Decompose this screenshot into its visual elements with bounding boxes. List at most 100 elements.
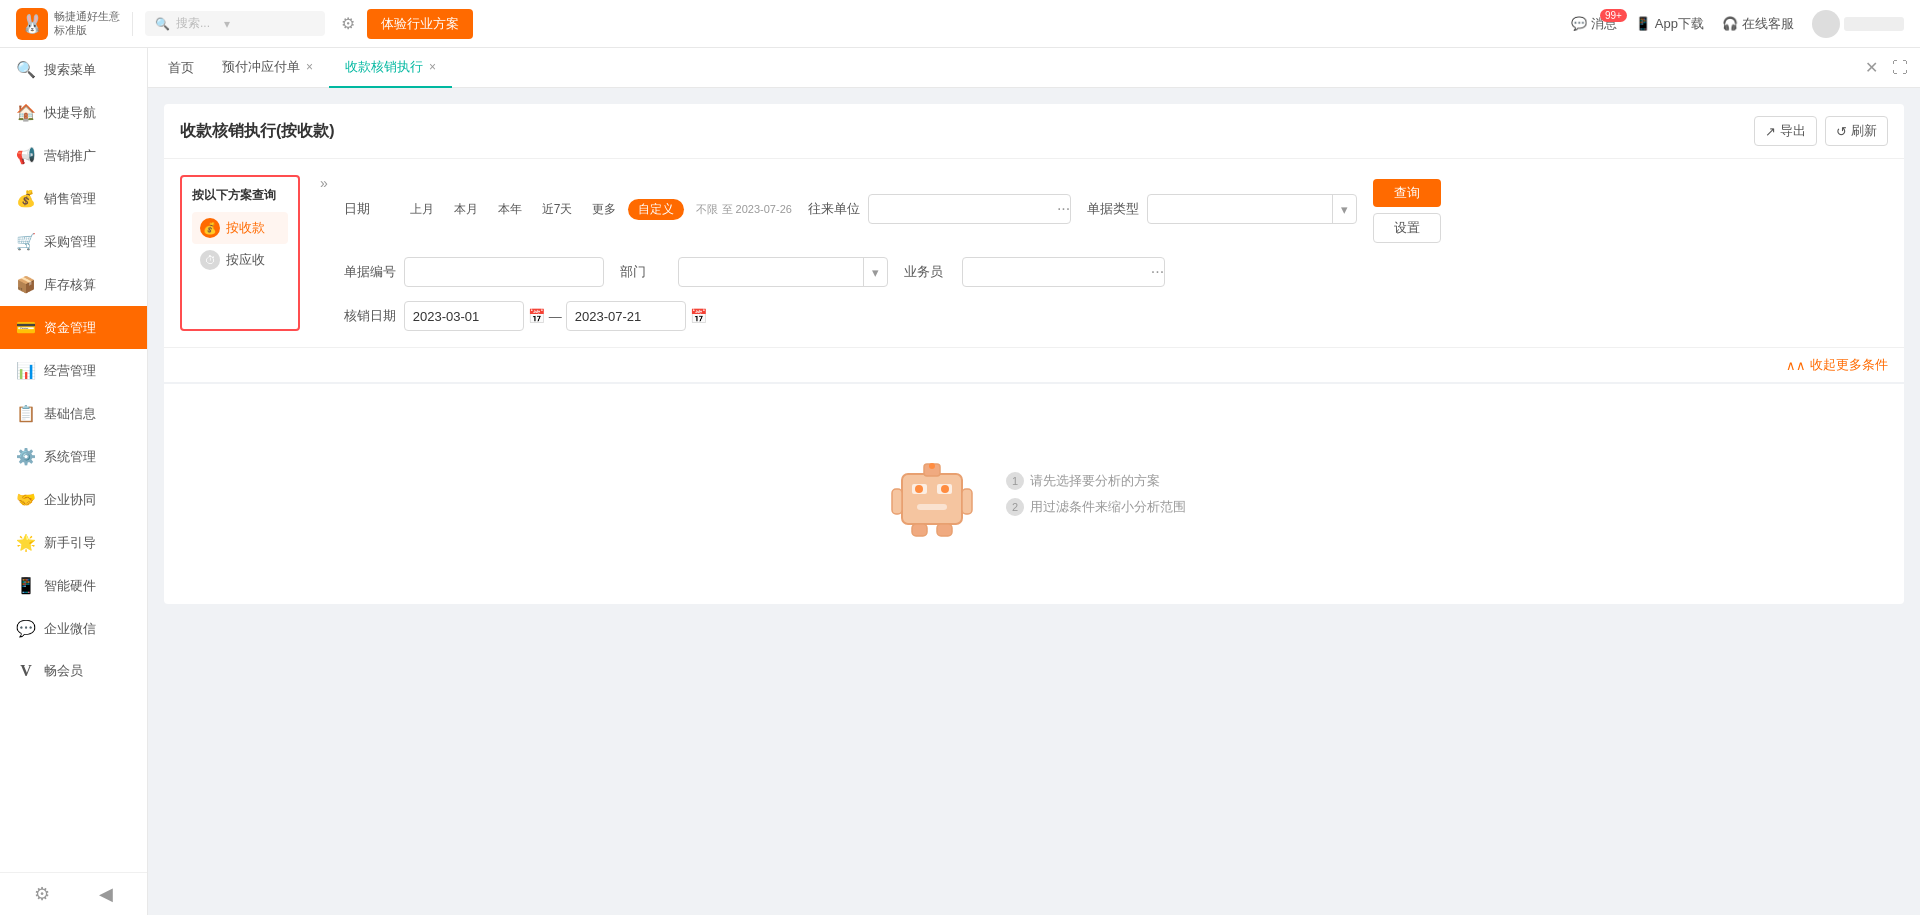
refresh-btn[interactable]: ↺ 刷新 (1825, 116, 1888, 146)
sidebar-item-label: 企业协同 (44, 491, 96, 509)
tab-home[interactable]: 首页 (156, 59, 206, 77)
export-btn[interactable]: ↗ 导出 (1754, 116, 1817, 146)
sidebar-item-label: 快捷导航 (44, 104, 96, 122)
verify-date-end-input[interactable] (566, 301, 686, 331)
search-menu-icon: 🔍 (16, 60, 36, 79)
date-tab-this-year[interactable]: 本年 (490, 199, 530, 220)
tab-bar-expand-icon[interactable]: ⛶ (1888, 55, 1912, 81)
tab-close-icon[interactable]: × (306, 60, 313, 74)
sidebar-item-label: 营销推广 (44, 147, 96, 165)
sidebar-item-label: 新手引导 (44, 534, 96, 552)
sidebar-bottom: ⚙ ◀ (0, 872, 147, 915)
dept-text-input[interactable] (679, 265, 863, 280)
app-download-btn[interactable]: 📱 App下载 (1635, 15, 1704, 33)
empty-state: 1 请先选择要分析的方案 2 用过滤条件来缩小分析范围 (164, 384, 1904, 604)
svg-rect-8 (892, 489, 902, 514)
receipt-icon: 💰 (200, 218, 220, 238)
avatar (1812, 10, 1840, 38)
tab-bar-close-icon[interactable]: ✕ (1861, 54, 1882, 81)
sidebar-item-search-menu[interactable]: 🔍 搜索菜单 (0, 48, 147, 91)
svg-point-5 (941, 485, 949, 493)
message-btn[interactable]: 💬 消息 99+ (1571, 15, 1617, 33)
user-menu[interactable] (1812, 10, 1904, 38)
sidebar-settings-icon[interactable]: ⚙ (34, 883, 50, 905)
counterpart-text-input[interactable] (869, 202, 1053, 217)
sidebar-collapse-icon[interactable]: ◀ (99, 883, 113, 905)
query-type-by-receivable[interactable]: ⏱ 按应收 (192, 244, 288, 276)
sidebar-item-purchase[interactable]: 🛒 采购管理 (0, 220, 147, 263)
empty-tip-2: 2 用过滤条件来缩小分析范围 (1006, 498, 1186, 516)
sidebar-item-hardware[interactable]: 📱 智能硬件 (0, 564, 147, 607)
sidebar-item-finance[interactable]: 💳 资金管理 (0, 306, 147, 349)
online-service-btn[interactable]: 🎧 在线客服 (1722, 15, 1794, 33)
wechat-icon: 💬 (16, 619, 36, 638)
counterpart-input[interactable]: ··· (868, 194, 1071, 224)
tab-close-icon[interactable]: × (429, 60, 436, 74)
purchase-icon: 🛒 (16, 232, 36, 251)
sidebar-item-label: 畅会员 (44, 662, 83, 680)
sidebar-item-wechat[interactable]: 💬 企业微信 (0, 607, 147, 650)
search-placeholder-text: 搜索... (176, 15, 210, 32)
staff-select[interactable]: ··· (962, 257, 1165, 287)
sidebar-item-basic-info[interactable]: 📋 基础信息 (0, 392, 147, 435)
query-type-label: 按收款 (226, 219, 265, 237)
doc-type-text-input[interactable] (1148, 202, 1332, 217)
sidebar-item-quick-nav[interactable]: 🏠 快捷导航 (0, 91, 147, 134)
date-tab-last7days[interactable]: 近7天 (534, 199, 581, 220)
sidebar-item-marketing[interactable]: 📢 营销推广 (0, 134, 147, 177)
industry-btn[interactable]: 体验行业方案 (367, 9, 473, 39)
enterprise-icon: 🤝 (16, 490, 36, 509)
doc-type-arrow-icon[interactable]: ▾ (1332, 195, 1356, 223)
dept-select[interactable]: ▾ (678, 257, 888, 287)
date-tab-more[interactable]: 更多 (584, 199, 624, 220)
sidebar-item-guide[interactable]: 🌟 新手引导 (0, 521, 147, 564)
collapse-label: 收起更多条件 (1810, 356, 1888, 374)
date-tab-custom[interactable]: 自定义 (628, 199, 684, 220)
verify-date-start-input[interactable] (404, 301, 524, 331)
filter-row-1: 日期 上月 本月 本年 近7天 更多 自定义 (344, 175, 1888, 243)
staff-dots-icon[interactable]: ··· (1151, 263, 1164, 281)
sidebar-item-label: 基础信息 (44, 405, 96, 423)
sidebar-item-sales[interactable]: 💰 销售管理 (0, 177, 147, 220)
member-icon: V (16, 662, 36, 680)
sidebar-item-label: 经营管理 (44, 362, 96, 380)
sidebar-item-member[interactable]: V 畅会员 (0, 650, 147, 692)
guide-icon: 🌟 (16, 533, 36, 552)
tip-text-1: 请先选择要分析的方案 (1030, 472, 1160, 490)
top-bar: 🐰 畅捷通好生意 标准版 🔍 搜索... ▾ ⚙ 体验行业方案 💬 消息 99+… (0, 0, 1920, 48)
top-bar-divider (132, 12, 133, 36)
sidebar-item-system[interactable]: ⚙️ 系统管理 (0, 435, 147, 478)
tab-prepay-offset[interactable]: 预付冲应付单 × (206, 48, 329, 88)
staff-text-input[interactable] (963, 265, 1147, 280)
doc-no-input[interactable] (404, 257, 604, 287)
collapse-more-btn[interactable]: ∧∧ 收起更多条件 (1786, 356, 1888, 374)
sidebar-item-enterprise[interactable]: 🤝 企业协同 (0, 478, 147, 521)
counterpart-dots-icon[interactable]: ··· (1057, 200, 1070, 218)
dept-label: 部门 (620, 263, 670, 281)
hardware-icon: 📱 (16, 576, 36, 595)
calendar-end-icon[interactable]: 📅 (690, 308, 707, 324)
set-btn[interactable]: 设置 (1373, 213, 1441, 243)
panel-collapse-btn[interactable]: » (320, 175, 328, 191)
date-tab-last-month[interactable]: 上月 (402, 199, 442, 220)
message-badge: 99+ (1600, 9, 1627, 22)
query-type-by-receipt[interactable]: 💰 按收款 (192, 212, 288, 244)
sidebar-item-inventory[interactable]: 📦 库存核算 (0, 263, 147, 306)
verify-date-label: 核销日期 (344, 307, 396, 325)
settings-icon[interactable]: ⚙ (341, 14, 355, 33)
doc-type-select[interactable]: ▾ (1147, 194, 1357, 224)
query-btn[interactable]: 查询 (1373, 179, 1441, 207)
calendar-start-icon[interactable]: 📅 (528, 308, 545, 324)
top-search-area[interactable]: 🔍 搜索... ▾ (145, 11, 325, 36)
date-tab-this-month[interactable]: 本月 (446, 199, 486, 220)
top-bar-right: 💬 消息 99+ 📱 App下载 🎧 在线客服 (1571, 10, 1904, 38)
username-text (1844, 17, 1904, 31)
query-btns: 查询 设置 (1373, 179, 1441, 243)
sidebar: 🔍 搜索菜单 🏠 快捷导航 📢 营销推广 💰 销售管理 🛒 采购管理 📦 库存核… (0, 48, 148, 915)
tab-receipt-offset[interactable]: 收款核销执行 × (329, 48, 452, 88)
dept-arrow-icon[interactable]: ▾ (863, 258, 887, 286)
date-separator: — (549, 309, 562, 324)
inventory-icon: 📦 (16, 275, 36, 294)
sidebar-item-operations[interactable]: 📊 经营管理 (0, 349, 147, 392)
tip-num-2: 2 (1006, 498, 1024, 516)
